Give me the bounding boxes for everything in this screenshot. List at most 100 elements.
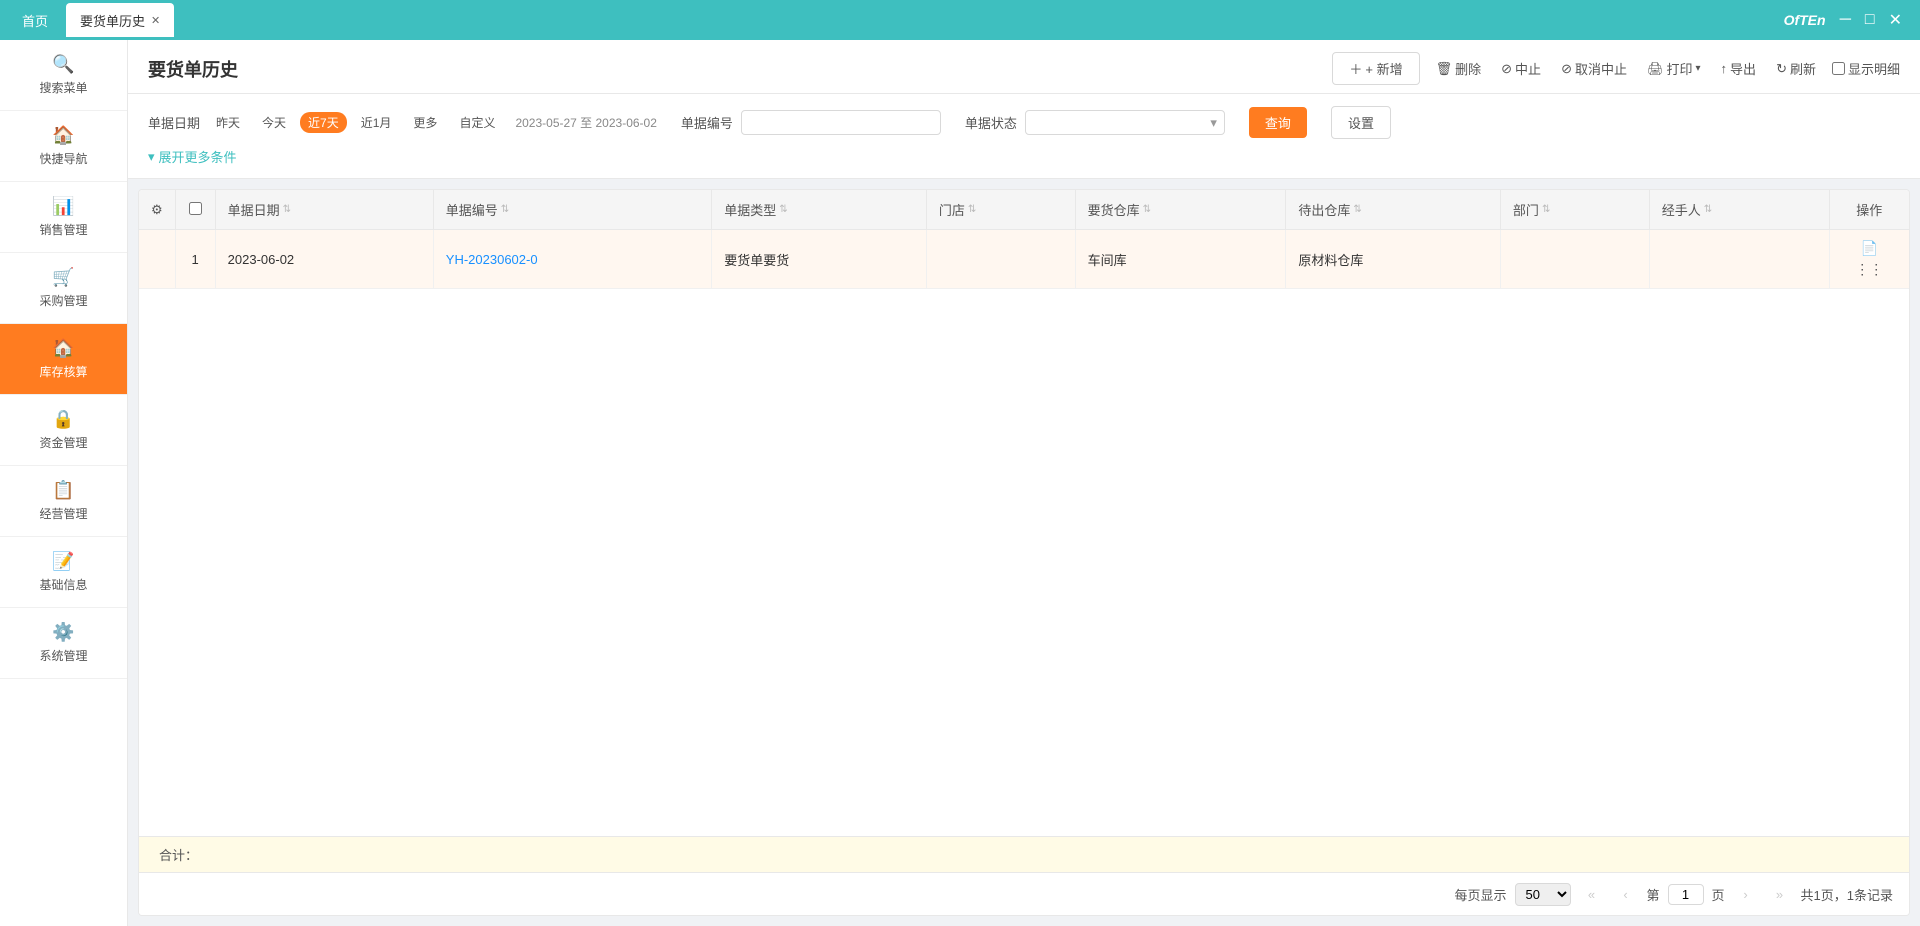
per-page-select[interactable]: 50 20 100 200	[1515, 883, 1571, 906]
new-button[interactable]: ＋ + 新增	[1332, 52, 1419, 85]
refresh-icon: ↻	[1776, 61, 1787, 77]
sort-doc-number[interactable]: 单据编号 ⇅	[446, 200, 699, 219]
summary-row: 合计：	[139, 836, 1909, 872]
sort-req-warehouse[interactable]: 要货仓库 ⇅	[1088, 200, 1274, 219]
row-more-icon[interactable]: ⋮⋮	[1851, 259, 1887, 280]
date-btn-last7days[interactable]: 近7天	[300, 112, 347, 133]
minimize-icon[interactable]: ─	[1840, 11, 1851, 29]
sort-icon-req-warehouse: ⇅	[1143, 204, 1151, 215]
date-range-display: 2023-05-27 至 2023-06-02	[515, 114, 656, 131]
total-info: 共1页，1条记录	[1801, 885, 1893, 904]
row-num: 1	[192, 252, 199, 267]
table-wrapper: ⚙ 单据日期 ⇅	[139, 190, 1909, 836]
delete-button[interactable]: 🗑 删除	[1432, 57, 1486, 80]
doc-status-filter-group: 单据状态 ▾	[965, 110, 1225, 135]
page-title: 要货单历史	[148, 56, 238, 82]
page-last-button[interactable]: »	[1767, 881, 1793, 907]
filter-row-1: 单据日期 昨天 今天 近7天 近1月 更多 自定义 2023-05-27 至 2…	[148, 106, 1900, 139]
pagination: 每页显示 50 20 100 200 « ‹ 第 页 › » 共1页，1条记录	[139, 872, 1909, 915]
sort-handler[interactable]: 经手人 ⇅	[1662, 200, 1817, 219]
date-btn-today[interactable]: 今天	[254, 112, 294, 133]
basic-icon: 📝	[52, 551, 74, 572]
doc-status-label: 单据状态	[965, 113, 1017, 132]
query-button[interactable]: 查询	[1249, 107, 1307, 138]
settings-button[interactable]: 设置	[1331, 106, 1391, 139]
sidebar: 🔍 搜索菜单 🏠 快捷导航 📊 销售管理 🛒 采购管理 🏠 库存核算 🔒 资金管…	[0, 40, 128, 926]
sort-doc-type[interactable]: 单据类型 ⇅	[724, 200, 914, 219]
content-area: 要货单历史 ＋ + 新增 🗑 删除 ⊘ 中止 ⊘ 取消中止	[128, 40, 1920, 926]
operations-icon: 📋	[52, 480, 74, 501]
tab-home[interactable]: 首页	[8, 3, 62, 37]
doc-number-link[interactable]: YH-20230602-0	[446, 252, 538, 267]
print-icon: 🖨	[1647, 61, 1664, 77]
print-dropdown-icon: ▾	[1696, 63, 1701, 74]
col-pending-warehouse: 待出仓库 ⇅	[1286, 190, 1501, 230]
row-checkbox-cell: 1	[175, 230, 215, 289]
expand-filters-button[interactable]: ▾ 展开更多条件	[148, 147, 1900, 166]
tab-home-label: 首页	[22, 11, 48, 30]
date-btn-last1month[interactable]: 近1月	[353, 112, 400, 133]
sidebar-item-shortcut[interactable]: 🏠 快捷导航	[0, 111, 127, 182]
page-next-button[interactable]: ›	[1733, 881, 1759, 907]
sidebar-item-finance[interactable]: 🔒 资金管理	[0, 395, 127, 466]
print-button[interactable]: 🖨 打印 ▾	[1643, 57, 1705, 80]
sidebar-label-basic: 基础信息	[39, 576, 87, 593]
sidebar-item-sales[interactable]: 📊 销售管理	[0, 182, 127, 253]
close-icon[interactable]: ✕	[1889, 10, 1902, 30]
date-filter-options: 昨天 今天 近7天 近1月 更多 自定义	[208, 112, 503, 133]
date-btn-more[interactable]: 更多	[405, 112, 445, 133]
sort-icon-department: ⇅	[1542, 204, 1550, 215]
sort-icon-doc-date: ⇅	[283, 204, 291, 215]
cancel-stop-button[interactable]: ⊘ 取消中止	[1557, 57, 1631, 80]
display-detail-button[interactable]: 显示明细	[1832, 59, 1900, 78]
page-prev-button[interactable]: ‹	[1613, 881, 1639, 907]
maximize-icon[interactable]: □	[1865, 11, 1875, 29]
sidebar-item-inventory[interactable]: 🏠 库存核算	[0, 324, 127, 395]
page-number-input[interactable]	[1668, 884, 1704, 905]
row-doc-date: 2023-06-02	[215, 230, 433, 289]
select-all-checkbox[interactable]	[189, 202, 202, 215]
sidebar-item-basic[interactable]: 📝 基础信息	[0, 537, 127, 608]
sidebar-item-search[interactable]: 🔍 搜索菜单	[0, 40, 127, 111]
sort-department[interactable]: 部门 ⇅	[1513, 200, 1637, 219]
sort-icon-pending-warehouse: ⇅	[1353, 204, 1361, 215]
sidebar-item-system[interactable]: ⚙️ 系统管理	[0, 608, 127, 679]
row-view-icon[interactable]: 📄	[1857, 238, 1882, 259]
sort-pending-warehouse[interactable]: 待出仓库 ⇅	[1298, 200, 1488, 219]
doc-status-select[interactable]	[1025, 110, 1225, 135]
sort-doc-date[interactable]: 单据日期 ⇅	[228, 200, 421, 219]
date-btn-yesterday[interactable]: 昨天	[208, 112, 248, 133]
tab-requisition-history[interactable]: 要货单历史 ✕	[66, 3, 174, 37]
top-bar-right: OfTEn ─ □ ✕	[1784, 10, 1912, 30]
doc-number-input[interactable]	[741, 110, 941, 135]
sidebar-item-purchase[interactable]: 🛒 采购管理	[0, 253, 127, 324]
cancel-stop-icon: ⊘	[1561, 61, 1572, 77]
page-first-button[interactable]: «	[1579, 881, 1605, 907]
table-row: 1 2023-06-02 YH-20230602-0 要货单要货	[139, 230, 1909, 289]
tab-close-icon[interactable]: ✕	[151, 14, 160, 27]
main-layout: 🔍 搜索菜单 🏠 快捷导航 📊 销售管理 🛒 采购管理 🏠 库存核算 🔒 资金管…	[0, 40, 1920, 926]
display-detail-checkbox[interactable]	[1832, 62, 1845, 75]
col-doc-date: 单据日期 ⇅	[215, 190, 433, 230]
sidebar-label-system: 系统管理	[39, 647, 87, 664]
sidebar-item-operations[interactable]: 📋 经营管理	[0, 466, 127, 537]
brand-label: OfTEn	[1784, 12, 1826, 28]
data-table: ⚙ 单据日期 ⇅	[139, 190, 1909, 289]
search-icon: 🔍	[52, 54, 74, 75]
date-btn-custom[interactable]: 自定义	[451, 112, 503, 133]
system-icon: ⚙️	[52, 622, 74, 643]
export-button[interactable]: ↑ 导出	[1717, 57, 1761, 80]
sort-store[interactable]: 门店 ⇅	[939, 200, 1063, 219]
refresh-button[interactable]: ↻ 刷新	[1772, 57, 1820, 80]
tab-requisition-label: 要货单历史	[80, 11, 145, 30]
row-doc-number: YH-20230602-0	[433, 230, 711, 289]
table-header-row: ⚙ 单据日期 ⇅	[139, 190, 1909, 230]
row-operations-cell: 📄 ⋮⋮	[1829, 230, 1909, 289]
column-settings-icon[interactable]: ⚙	[151, 202, 163, 217]
stop-button[interactable]: ⊘ 中止	[1497, 57, 1545, 80]
delete-icon: 🗑	[1436, 61, 1453, 77]
display-detail-label: 显示明细	[1848, 59, 1900, 78]
sales-icon: 📊	[52, 196, 74, 217]
row-settings-cell	[139, 230, 175, 289]
col-doc-number: 单据编号 ⇅	[433, 190, 711, 230]
